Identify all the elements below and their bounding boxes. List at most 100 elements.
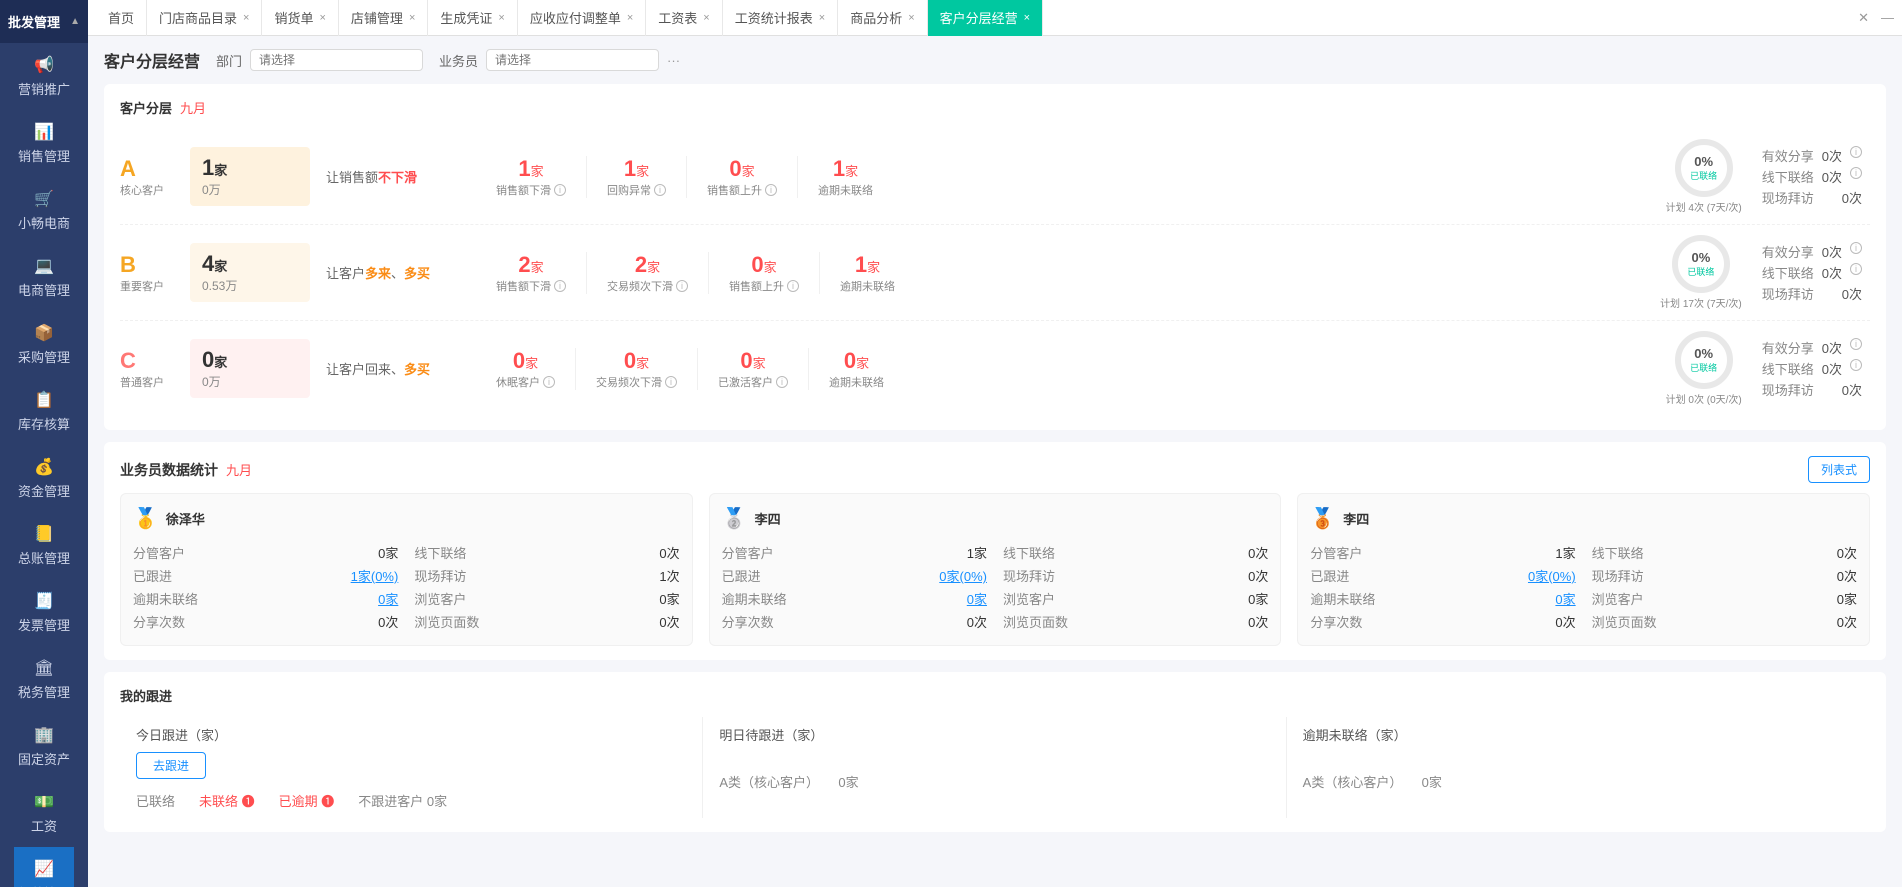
tier-month-badge: 九月 [180,98,206,117]
sp-stat-val: 0次 [1555,612,1575,631]
sp-stat-val: 0次 [378,612,398,631]
sp-medal-icon: 🥇 [133,506,158,531]
donut-label: 已联络 [1690,169,1717,182]
right-stat-row: 线下联络 0次 i [1762,263,1862,282]
page-header: 客户分层经营 部门 业务员 ··· [104,48,1886,72]
info-icon[interactable]: i [1850,359,1862,371]
sp-stat-row: 浏览页面数 0次 [414,610,679,633]
right-stat-val: 0次 [1822,242,1842,261]
donut-sub: 计划 0次 (0天/次) [1666,391,1742,406]
sidebar-item-label: 营销推广 [18,79,70,98]
tab-close-icon[interactable]: × [908,12,914,24]
tab-生成凭证[interactable]: 生成凭证× [428,0,517,36]
stat-num: 0家 [751,252,776,278]
info-icon[interactable]: i [554,184,566,196]
sidebar-item-经营管理[interactable]: 📈经营管理 [14,847,74,887]
goto-followup-button[interactable]: 去跟进 [136,752,206,779]
sp-stat-val[interactable]: 0家(0%) [939,566,987,585]
stat-num: 0家 [740,348,765,374]
tab-label: 应收应付调整单 [530,8,621,27]
tab-客户分层经营[interactable]: 客户分层经营× [928,0,1043,36]
sidebar-item-发票管理[interactable]: 🧾发票管理 [14,579,74,646]
sp-stats-right: 线下联络 0次 现场拜访 1次 浏览客户 0家 浏览页面数 0次 [414,541,679,633]
sidebar-collapse-icon[interactable]: ▲ [70,16,80,27]
tab-close-icon[interactable]: × [243,12,249,24]
tier-amount: 0万 [202,181,298,198]
sidebar-item-工资[interactable]: 💵工资 [14,780,74,847]
sidebar-item-label: 销售管理 [18,146,70,165]
sidebar-item-库存核算[interactable]: 📋库存核算 [14,378,74,445]
sidebar-item-电商管理[interactable]: 💻电商管理 [14,244,74,311]
info-icon[interactable]: i [1850,263,1862,275]
info-icon[interactable]: i [554,280,566,292]
tab-工资统计报表[interactable]: 工资统计报表× [723,0,838,36]
biz-month-badge: 九月 [226,460,252,479]
dept-select[interactable] [250,49,423,71]
minimize-icon[interactable]: — [1881,10,1894,26]
donut: 0% 已联络 [1675,331,1733,389]
sp-stat-val[interactable]: 0家 [1555,589,1575,608]
tab-close-icon[interactable]: × [627,12,633,24]
sidebar-header[interactable]: 批发管理 ▲ [0,0,88,43]
tab-店铺管理[interactable]: 店铺管理× [339,0,428,36]
close-all-icon[interactable]: ✕ [1858,10,1869,26]
followup-tomorrow-sub: A类（核心客户） 0家 [719,772,1269,791]
tier-stat-block: 1家 回购异常 i [587,156,687,198]
info-icon[interactable]: i [676,280,688,292]
tab-销货单[interactable]: 销货单× [262,0,338,36]
sidebar-item-采购管理[interactable]: 📦采购管理 [14,311,74,378]
tab-门店商品目录[interactable]: 门店商品目录× [147,0,262,36]
tier-circle: 0% 已联络 计划 4次 (7天/次) [1654,139,1754,214]
info-icon[interactable]: i [665,376,677,388]
sp-stat-label: 逾期未联络 [1310,589,1375,608]
info-icon[interactable]: i [776,376,788,388]
sp-stat-label: 已跟进 [722,566,761,585]
sidebar-item-销售管理[interactable]: 📊销售管理 [14,110,74,177]
sp-stat-row: 逾期未联络 0家 [133,587,398,610]
sp-stat-row: 分享次数 0次 [1310,610,1575,633]
info-icon[interactable]: i [787,280,799,292]
info-icon[interactable]: i [1850,338,1862,350]
sidebar-item-总账管理[interactable]: 📒总账管理 [14,512,74,579]
info-icon[interactable]: i [1850,167,1862,179]
sp-stat-row: 浏览客户 0家 [414,587,679,610]
sidebar-icon: 📈 [34,859,54,879]
sp-stat-val[interactable]: 0家(0%) [1528,566,1576,585]
sidebar-item-税务管理[interactable]: 🏛税务管理 [14,646,74,713]
sidebar-item-资金管理[interactable]: 💰资金管理 [14,445,74,512]
followup-tomorrow-title: 明日待跟进（家） [719,725,1269,744]
sp-stat-val[interactable]: 1家(0%) [351,566,399,585]
tier-label-C: C 普通客户 [120,348,190,390]
tab-应收应付调整单[interactable]: 应收应付调整单 × [518,0,646,36]
info-icon[interactable]: i [1850,146,1862,158]
tab-close-icon[interactable]: × [1024,12,1030,24]
sp-stat-val: 0家 [378,543,398,562]
tab-close-icon[interactable]: × [409,12,415,24]
tab-首页[interactable]: 首页 [96,0,147,36]
sp-stats-right: 线下联络 0次 现场拜访 0次 浏览客户 0家 浏览页面数 0次 [1592,541,1857,633]
sp-stat-val[interactable]: 0家 [378,589,398,608]
tab-工资表[interactable]: 工资表× [646,0,722,36]
sidebar-icon: 🏛 [34,658,54,678]
sp-stats: 分管客户 0家 已跟进 1家(0%) 逾期未联络 0家 分享次数 0次 线下联络… [133,541,680,633]
tab-close-icon[interactable]: × [498,12,504,24]
tab-close-icon[interactable]: × [703,12,709,24]
info-icon[interactable]: i [543,376,555,388]
info-icon[interactable]: i [654,184,666,196]
sidebar-item-营销推广[interactable]: 📢营销推广 [14,43,74,110]
tab-商品分析[interactable]: 商品分析× [838,0,927,36]
tab-close-icon[interactable]: × [319,12,325,24]
info-icon[interactable]: i [1850,242,1862,254]
sp-stat-row: 分管客户 1家 [722,541,987,564]
sidebar-item-固定资产[interactable]: 🏢固定资产 [14,713,74,780]
sp-stat-val[interactable]: 0家 [967,589,987,608]
more-options-icon[interactable]: ··· [667,53,680,68]
sidebar-item-label: 小畅电商 [18,213,70,232]
stat-label: 休眠客户 i [496,374,555,390]
sidebar-item-小畅电商[interactable]: 🛒小畅电商 [14,177,74,244]
salesperson-select[interactable] [486,49,659,71]
tab-close-icon[interactable]: × [819,12,825,24]
salesperson-label: 业务员 [439,51,478,70]
list-view-button[interactable]: 列表式 [1808,456,1870,483]
info-icon[interactable]: i [765,184,777,196]
